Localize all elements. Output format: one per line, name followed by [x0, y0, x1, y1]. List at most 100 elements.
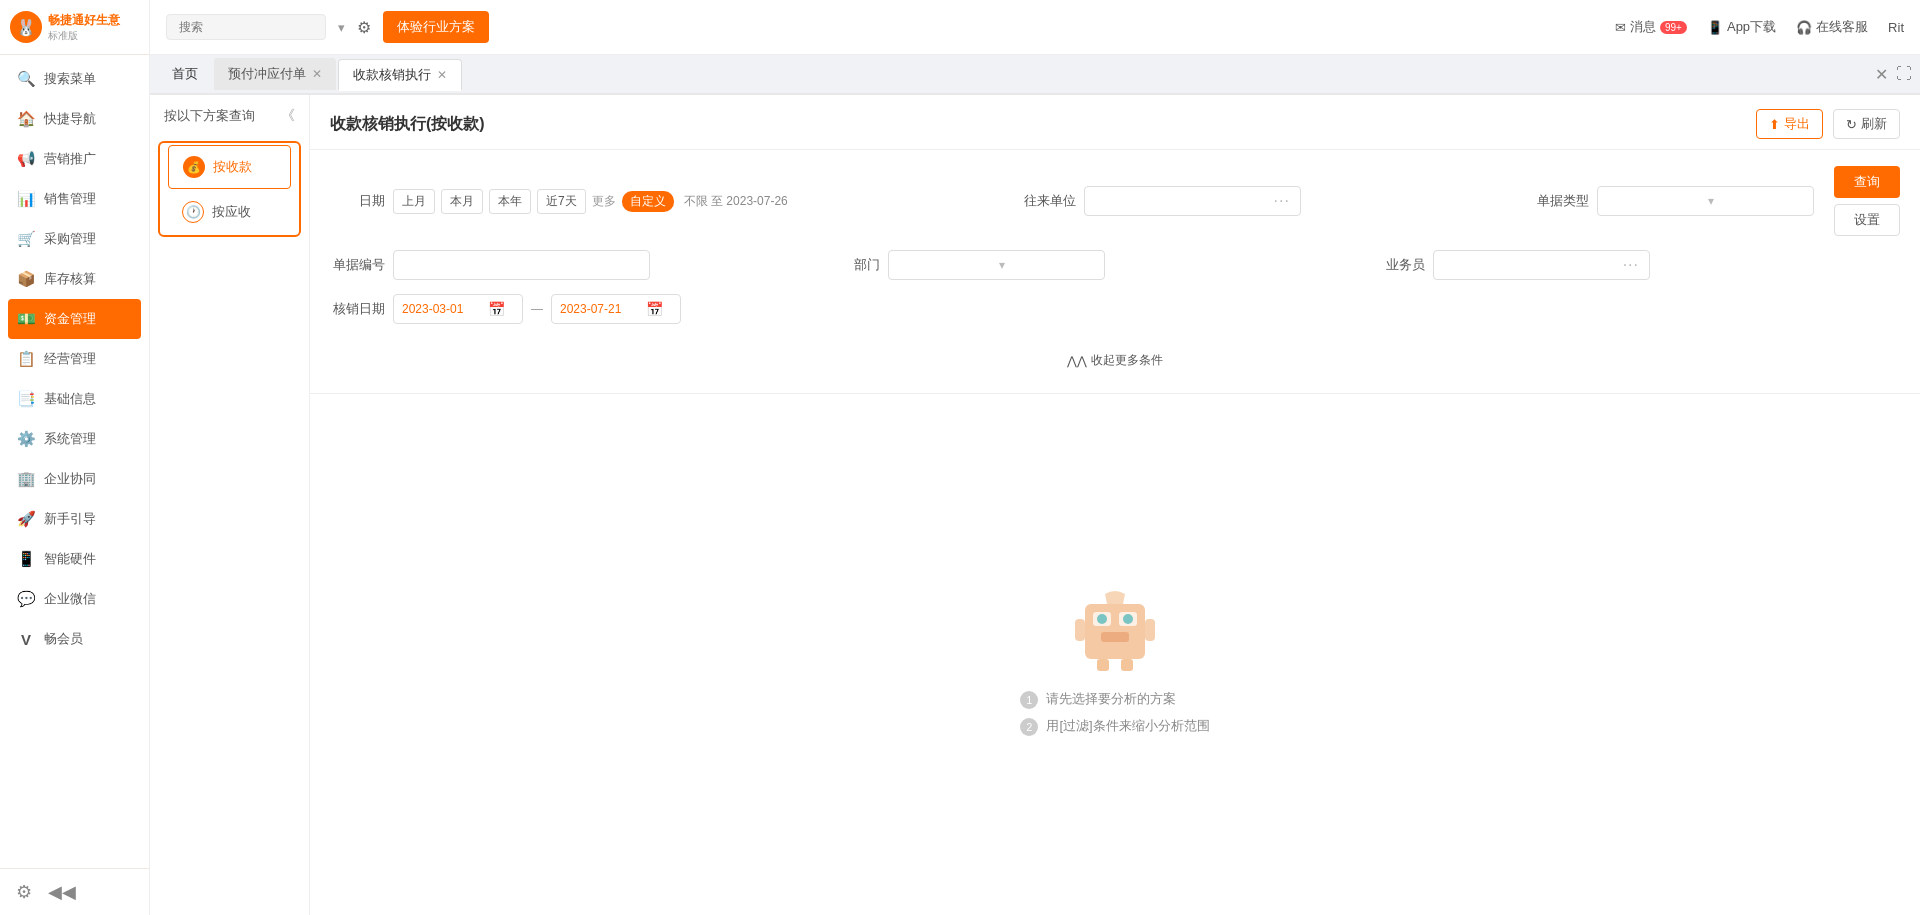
- sidebar-item-sales[interactable]: 📊 销售管理: [0, 179, 149, 219]
- sidebar-item-system[interactable]: ⚙️ 系统管理: [0, 419, 149, 459]
- tab-prepay-close[interactable]: ✕: [312, 67, 322, 81]
- date-btn-this-month[interactable]: 本月: [441, 189, 483, 214]
- employee-dots[interactable]: ···: [1623, 256, 1639, 274]
- tab-prepay[interactable]: 预付冲应付单 ✕: [214, 58, 336, 90]
- user-profile[interactable]: Rit: [1888, 20, 1904, 35]
- member-icon: V: [16, 629, 36, 649]
- purchase-icon: 🛒: [16, 229, 36, 249]
- doc-number-label: 单据编号: [330, 256, 385, 274]
- sidebar-item-finance[interactable]: 💵 资金管理: [8, 299, 141, 339]
- filter-row-2: 单据编号 部门 ▾ 业务员: [330, 250, 1900, 280]
- page-area: 按以下方案查询 《 💰 按收款 🕐 按应收 收款核销执行(按收款): [150, 95, 1920, 915]
- sidebar-label-search-menu: 搜索菜单: [44, 70, 96, 88]
- sidebar-label-enterprise: 企业协同: [44, 470, 96, 488]
- filter-by-receivable[interactable]: 🕐 按应收: [168, 191, 291, 233]
- filter-receipt-label: 按收款: [213, 158, 252, 176]
- verify-date-end-input[interactable]: [560, 302, 640, 316]
- sidebar-item-marketing[interactable]: 📢 营销推广: [0, 139, 149, 179]
- settings-gear-icon[interactable]: ⚙: [16, 881, 32, 903]
- topbar-dropdown-arrow[interactable]: ▾: [338, 20, 345, 35]
- sidebar-item-guide[interactable]: 🚀 新手引导: [0, 499, 149, 539]
- collapse-more-btn[interactable]: ⋀⋀ 收起更多条件: [1067, 344, 1163, 377]
- sidebar-item-basic-info[interactable]: 📑 基础信息: [0, 379, 149, 419]
- logo-text-wrap: 畅捷通好生意 标准版: [48, 12, 120, 43]
- refresh-button[interactable]: ↻ 刷新: [1833, 109, 1900, 139]
- sidebar-item-wechat[interactable]: 💬 企业微信: [0, 579, 149, 619]
- doc-type-field: 单据类型 ▾: [1534, 186, 1814, 216]
- solution-button[interactable]: 体验行业方案: [383, 11, 489, 43]
- doc-type-label: 单据类型: [1534, 192, 1589, 210]
- topbar-search-input[interactable]: [166, 14, 326, 40]
- tab-receipt-close[interactable]: ✕: [437, 68, 447, 82]
- date-btn-last-month[interactable]: 上月: [393, 189, 435, 214]
- filter-sidebar-collapse-btn[interactable]: 《: [281, 107, 295, 125]
- tab-home[interactable]: 首页: [158, 58, 212, 90]
- marketing-icon: 📢: [16, 149, 36, 169]
- query-button[interactable]: 查询: [1834, 166, 1900, 198]
- filter-sidebar-title: 按以下方案查询: [164, 107, 255, 125]
- topbar: ▾ ⚙ 体验行业方案 ✉ 消息 99+ 📱 App下载 🎧 在线客服 Rit: [150, 0, 1920, 55]
- verify-date-start-wrap[interactable]: 📅: [393, 294, 523, 324]
- hardware-icon: 📱: [16, 549, 36, 569]
- sidebar-label-finance: 资金管理: [44, 310, 96, 328]
- headset-icon: 🎧: [1796, 20, 1812, 35]
- sidebar-item-hardware[interactable]: 📱 智能硬件: [0, 539, 149, 579]
- verify-date-end-wrap[interactable]: 📅: [551, 294, 681, 324]
- employee-input-wrap[interactable]: ···: [1433, 250, 1650, 280]
- collapse-row: ⋀⋀ 收起更多条件: [330, 338, 1900, 377]
- sidebar-label-sales: 销售管理: [44, 190, 96, 208]
- date-btn-this-year[interactable]: 本年: [489, 189, 531, 214]
- topbar-gear-icon[interactable]: ⚙: [357, 18, 371, 37]
- date-btn-7days[interactable]: 近7天: [537, 189, 586, 214]
- receivable-icon-circle: 🕐: [182, 201, 204, 223]
- logo-sub-text: 标准版: [48, 29, 120, 43]
- export-label: 导出: [1784, 115, 1810, 133]
- verify-date-start-input[interactable]: [402, 302, 482, 316]
- verify-date-end-calendar[interactable]: 📅: [646, 301, 663, 317]
- step-1-num: 1: [1020, 691, 1038, 709]
- date-custom-btn[interactable]: 自定义: [622, 191, 674, 212]
- tab-receipt[interactable]: 收款核销执行 ✕: [338, 59, 462, 91]
- nav-menu: 🔍 搜索菜单 🏠 快捷导航 📢 营销推广 📊 销售管理 🛒 采购管理 📦 库存核…: [0, 55, 149, 868]
- setting-button[interactable]: 设置: [1834, 204, 1900, 236]
- doc-number-field: 单据编号: [330, 250, 650, 280]
- main-area: ▾ ⚙ 体验行业方案 ✉ 消息 99+ 📱 App下载 🎧 在线客服 Rit: [150, 0, 1920, 915]
- sidebar-label-marketing: 营销推广: [44, 150, 96, 168]
- maximize-btn[interactable]: ⛶: [1896, 65, 1912, 83]
- query-setting-btns: 查询 设置: [1834, 166, 1900, 236]
- app-download-button[interactable]: 📱 App下载: [1707, 18, 1776, 36]
- filter-row-3: 核销日期 📅 — 📅: [330, 294, 1900, 324]
- sidebar-item-member[interactable]: V 畅会员: [0, 619, 149, 659]
- export-button[interactable]: ⬆ 导出: [1756, 109, 1823, 139]
- search-menu-icon: 🔍: [16, 69, 36, 89]
- enterprise-icon: 🏢: [16, 469, 36, 489]
- message-button[interactable]: ✉ 消息 99+: [1615, 18, 1687, 36]
- employee-field: 业务员 ···: [1370, 250, 1650, 280]
- svg-point-9: [1123, 614, 1133, 624]
- service-label: 在线客服: [1816, 18, 1868, 36]
- sidebar-item-inventory[interactable]: 📦 库存核算: [0, 259, 149, 299]
- sidebar-item-enterprise[interactable]: 🏢 企业协同: [0, 459, 149, 499]
- doc-number-input[interactable]: [393, 250, 650, 280]
- sidebar-label-wechat: 企业微信: [44, 590, 96, 608]
- doc-type-select[interactable]: ▾: [1597, 186, 1814, 216]
- quick-nav-icon: 🏠: [16, 109, 36, 129]
- online-service-button[interactable]: 🎧 在线客服: [1796, 18, 1868, 36]
- counterpart-label: 往来单位: [1021, 192, 1076, 210]
- sidebar-item-purchase[interactable]: 🛒 采购管理: [0, 219, 149, 259]
- collapse-sidebar-icon[interactable]: ◀◀: [48, 881, 76, 903]
- sidebar-item-operations[interactable]: 📋 经营管理: [0, 339, 149, 379]
- tab-receipt-label: 收款核销执行: [353, 66, 431, 84]
- collapse-label: 收起更多条件: [1091, 352, 1163, 369]
- filter-by-receipt[interactable]: 💰 按收款: [168, 145, 291, 189]
- department-select[interactable]: ▾: [888, 250, 1105, 280]
- counterpart-dots[interactable]: ···: [1274, 192, 1290, 210]
- sidebar-item-quick-nav[interactable]: 🏠 快捷导航: [0, 99, 149, 139]
- department-label: 部门: [825, 256, 880, 274]
- empty-hint-1-row: 1 请先选择要分析的方案: [1020, 690, 1209, 709]
- sidebar-item-search-menu[interactable]: 🔍 搜索菜单: [0, 59, 149, 99]
- counterpart-input-wrap[interactable]: ···: [1084, 186, 1301, 216]
- close-tab-btn[interactable]: ✕: [1875, 65, 1888, 84]
- verify-date-start-calendar[interactable]: 📅: [488, 301, 505, 317]
- date-more-label[interactable]: 更多: [592, 193, 616, 210]
